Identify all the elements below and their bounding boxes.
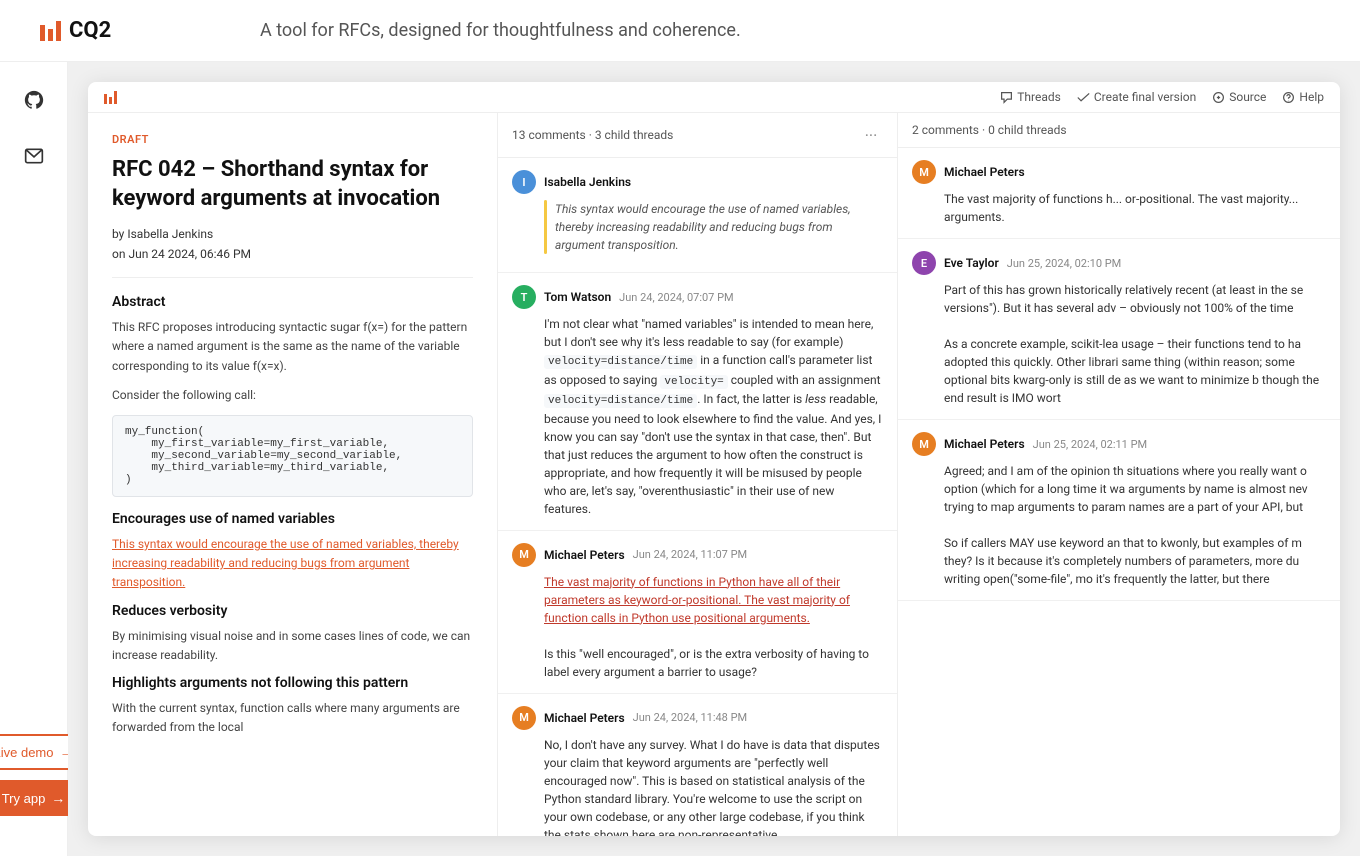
section2-text: By minimising visual noise and in some c… — [112, 627, 473, 665]
comment-thread-isabella: I Isabella Jenkins This syntax would enc… — [498, 158, 897, 273]
avatar-michael-3: M — [912, 160, 936, 184]
comment-author-row: M Michael Peters — [912, 160, 1326, 184]
author-name: Michael Peters — [544, 711, 625, 725]
comments-header-2: 2 comments · 0 child threads — [898, 113, 1340, 148]
comment-date: Jun 24, 2024, 11:07 PM — [633, 548, 747, 561]
author-name: Tom Watson — [544, 290, 611, 304]
author-name: Michael Peters — [944, 165, 1025, 179]
sidebar-buttons: Live demo → Try app → — [0, 734, 67, 816]
comment-date: Jun 24, 2024, 07:07 PM — [619, 291, 733, 304]
section2-title: Reduces verbosity — [112, 603, 473, 619]
highlight-text: This syntax would encourage the use of n… — [555, 200, 883, 254]
comment-thread-michael-2: M Michael Peters Jun 24, 2024, 11:48 PM … — [498, 694, 897, 837]
rfc-divider — [112, 277, 473, 278]
comment-thread-eve: E Eve Taylor Jun 25, 2024, 02:10 PM Part… — [898, 239, 1340, 420]
author-name: Isabella Jenkins — [544, 175, 631, 189]
comment-author-row: I Isabella Jenkins — [512, 170, 883, 194]
section3-title: Highlights arguments not following this … — [112, 675, 473, 691]
content-area: Threads Create final version Source — [68, 62, 1360, 856]
comment-author-row: M Michael Peters Jun 24, 2024, 11:48 PM — [512, 706, 883, 730]
highlight-bar: This syntax would encourage the use of n… — [512, 200, 883, 254]
app-logo-icon — [104, 91, 117, 104]
rfc-title: RFC 042 – Shorthand syntax for keyword a… — [112, 156, 473, 213]
comment-body: I'm not clear what "named variables" is … — [512, 315, 883, 518]
threads-button[interactable]: Threads — [1000, 90, 1061, 104]
comment-author-row: M Michael Peters Jun 24, 2024, 11:07 PM — [512, 543, 883, 567]
app-topbar: Threads Create final version Source — [88, 82, 1340, 113]
author-name: Eve Taylor — [944, 256, 999, 270]
main-layout: Live demo → Try app → — [0, 62, 1360, 856]
comment-date: Jun 25, 2024, 02:11 PM — [1033, 438, 1147, 451]
logo-text: CQ2 — [69, 18, 111, 43]
avatar-michael: M — [512, 543, 536, 567]
comment-date: Jun 24, 2024, 11:48 PM — [633, 711, 747, 724]
yellow-bar — [544, 200, 547, 254]
comment-thread-2-michael-2: M Michael Peters Jun 25, 2024, 02:11 PM … — [898, 420, 1340, 601]
comments-panel-2: 2 comments · 0 child threads M Michael P… — [898, 113, 1340, 836]
avatar-michael-4: M — [912, 432, 936, 456]
comments-count-2: 2 comments · 0 child threads — [912, 123, 1067, 137]
logo-icon — [40, 21, 61, 41]
author-name: Michael Peters — [544, 548, 625, 562]
top-header: CQ2 A tool for RFCs, designed for though… — [0, 0, 1360, 62]
avatar-eve: E — [912, 251, 936, 275]
rfc-date: on Jun 24 2024, 06:46 PM — [112, 247, 473, 261]
code-block: my_function( my_first_variable=my_first_… — [112, 415, 473, 497]
comment-body: Agreed; and I am of the opinion th situa… — [912, 462, 1326, 588]
app-content: DRAFT RFC 042 – Shorthand syntax for key… — [88, 113, 1340, 836]
comments-count-1: 13 comments · 3 child threads — [512, 128, 673, 142]
rfc-by: by Isabella Jenkins — [112, 227, 473, 241]
left-sidebar: Live demo → Try app → — [0, 62, 68, 856]
rfc-panel: DRAFT RFC 042 – Shorthand syntax for key… — [88, 113, 498, 836]
app-topbar-actions: Threads Create final version Source — [1000, 90, 1324, 104]
author-name: Michael Peters — [944, 437, 1025, 451]
section1-highlight: This syntax would encourage the use of n… — [112, 535, 473, 593]
source-label: Source — [1229, 90, 1266, 104]
comment-thread-michael-1: M Michael Peters Jun 24, 2024, 11:07 PM … — [498, 531, 897, 694]
app-mockup: Threads Create final version Source — [88, 82, 1340, 836]
create-final-version-button[interactable]: Create final version — [1077, 90, 1196, 104]
tagline: A tool for RFCs, designed for thoughtful… — [260, 20, 741, 41]
consider-text: Consider the following call: — [112, 386, 473, 405]
source-button[interactable]: Source — [1212, 90, 1266, 104]
avatar-michael-2: M — [512, 706, 536, 730]
help-button[interactable]: Help — [1282, 90, 1324, 104]
github-icon[interactable] — [16, 82, 52, 118]
logo-bar-3 — [56, 21, 61, 41]
comment-thread-2-michael: M Michael Peters The vast majority of fu… — [898, 148, 1340, 239]
comments-panel-1: 13 comments · 3 child threads ··· I Isab… — [498, 113, 898, 836]
avatar-tom: T — [512, 285, 536, 309]
comment-author-row: M Michael Peters Jun 25, 2024, 02:11 PM — [912, 432, 1326, 456]
mail-icon[interactable] — [16, 138, 52, 174]
section1-title: Encourages use of named variables — [112, 511, 473, 527]
comment-body: The vast majority of functions in Python… — [512, 573, 883, 681]
abstract-title: Abstract — [112, 294, 473, 310]
comment-body: No, I don't have any survey. What I do h… — [512, 736, 883, 837]
comment-author-row: E Eve Taylor Jun 25, 2024, 02:10 PM — [912, 251, 1326, 275]
threads-label: Threads — [1017, 90, 1061, 104]
comment-thread-tom: T Tom Watson Jun 24, 2024, 07:07 PM I'm … — [498, 273, 897, 531]
try-app-arrow: → — [51, 790, 65, 806]
comment-date: Jun 25, 2024, 02:10 PM — [1007, 257, 1121, 270]
comment-body: The vast majority of functions h... or-p… — [912, 190, 1326, 226]
logo-bar-1 — [40, 25, 45, 41]
comments-header-1: 13 comments · 3 child threads ··· — [498, 113, 897, 158]
create-final-label: Create final version — [1094, 90, 1196, 104]
section3-text: With the current syntax, function calls … — [112, 699, 473, 737]
comment-body: Part of this has grown historically rela… — [912, 281, 1326, 407]
draft-badge: DRAFT — [112, 133, 473, 146]
abstract-text: This RFC proposes introducing syntactic … — [112, 318, 473, 376]
help-label: Help — [1299, 90, 1324, 104]
comments-more-button[interactable]: ··· — [859, 123, 883, 147]
logo-area: CQ2 — [40, 18, 260, 43]
avatar-isabella: I — [512, 170, 536, 194]
comment-author-row: T Tom Watson Jun 24, 2024, 07:07 PM — [512, 285, 883, 309]
logo-bar-2 — [48, 29, 53, 41]
